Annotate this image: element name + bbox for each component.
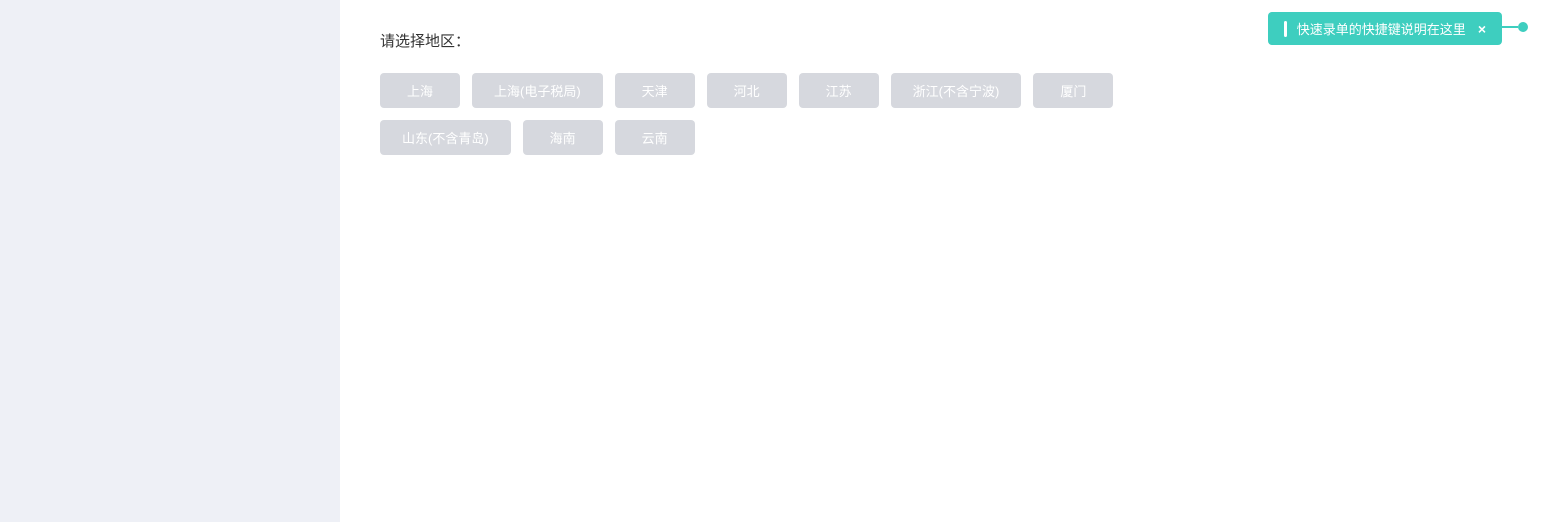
tooltip-dot (1518, 22, 1528, 32)
region-button[interactable]: 山东(不含青岛) (380, 120, 511, 155)
main-content: 请选择地区： 上海上海(电子税局)天津河北江苏浙江(不含宁波)厦门 山东(不含青… (340, 0, 1562, 522)
tooltip-bar: 快速录单的快捷键说明在这里 × (1268, 12, 1502, 45)
region-row-2: 山东(不含青岛) 海南云南 (380, 120, 1522, 155)
region-button[interactable]: 河北 (707, 73, 787, 108)
tooltip-left-border (1284, 21, 1287, 37)
tooltip-text: 快速录单的快捷键说明在这里 (1297, 19, 1466, 38)
region-button[interactable]: 浙江(不含宁波) (891, 73, 1022, 108)
region-button[interactable]: 厦门 (1033, 73, 1113, 108)
left-sidebar (0, 0, 340, 522)
region-button[interactable]: 上海(电子税局) (472, 73, 603, 108)
region-button[interactable]: 海南 (523, 120, 603, 155)
region-button[interactable]: 上海 (380, 73, 460, 108)
tooltip-close-button[interactable]: × (1478, 21, 1486, 37)
region-button[interactable]: 云南 (615, 120, 695, 155)
region-row-1: 上海上海(电子税局) 天津河北江苏浙江(不含宁波) 厦门 (380, 73, 1522, 108)
tooltip-connector-line (1498, 26, 1518, 28)
region-button[interactable]: 江苏 (799, 73, 879, 108)
region-button[interactable]: 天津 (615, 73, 695, 108)
